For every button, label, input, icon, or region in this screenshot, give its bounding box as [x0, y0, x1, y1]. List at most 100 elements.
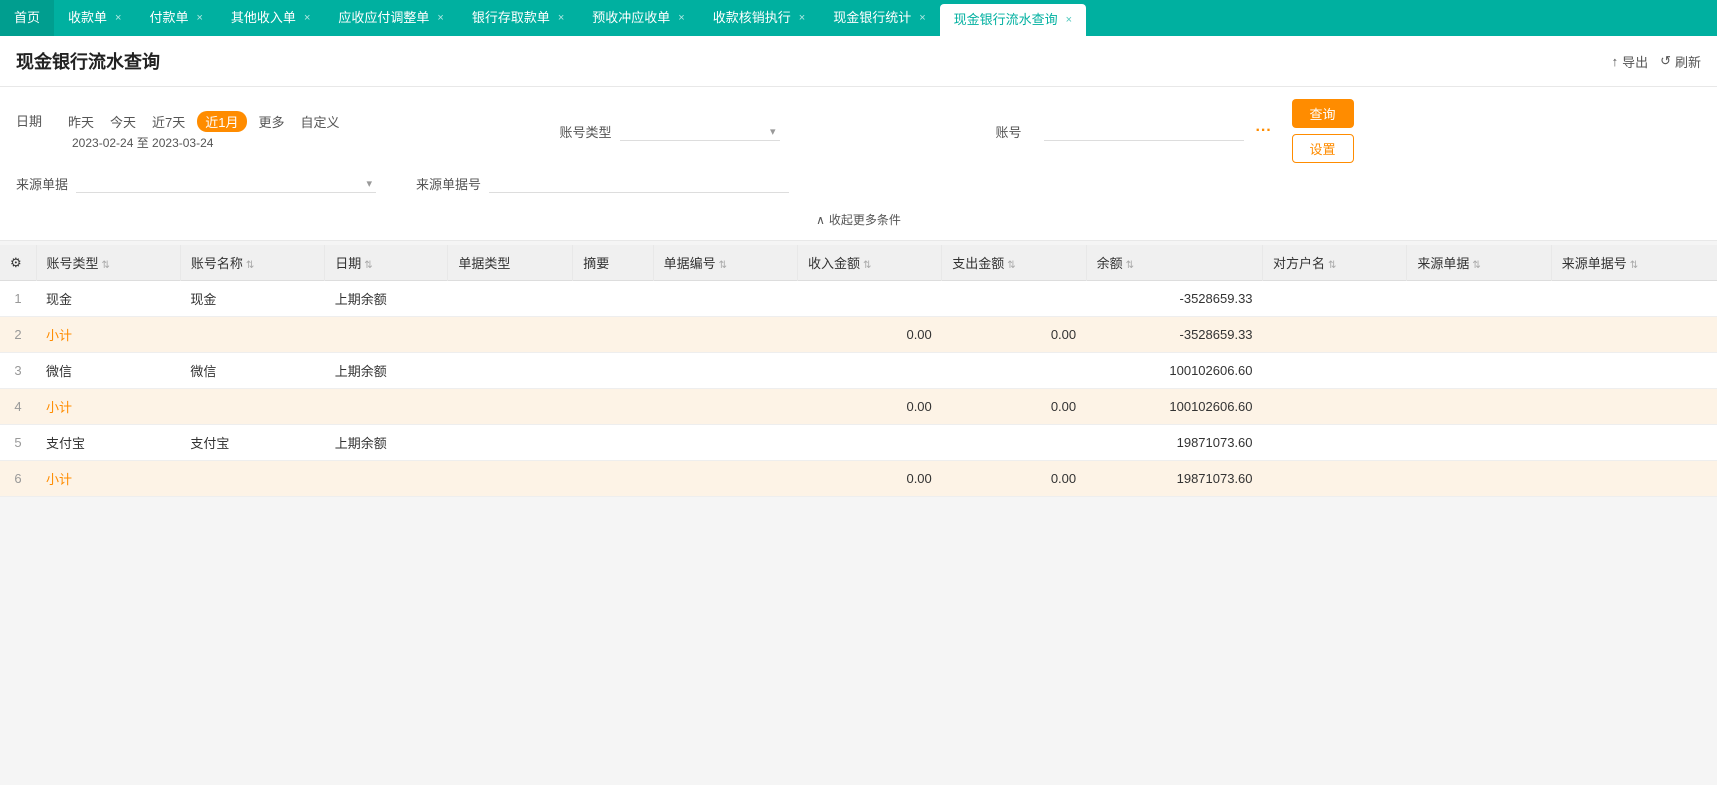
nav-advance[interactable]: 预收冲应收单 × [578, 0, 698, 36]
source-doc-label: 来源单据 [16, 174, 68, 193]
source-doc-no-filter: 来源单据号 [416, 173, 789, 193]
date-shortcuts: 昨天 今天 近7天 近1月 更多 自定义 [64, 111, 344, 132]
doc-type-cell [448, 317, 573, 353]
gear-icon: ⚙ [10, 255, 22, 270]
counterparty-cell [1263, 389, 1407, 425]
refresh-icon: ↺ [1660, 53, 1671, 69]
date-shortcut-yesterday[interactable]: 昨天 [64, 111, 98, 132]
account-name-cell [180, 317, 324, 353]
sort-icon: ⇅ [1630, 260, 1638, 271]
date-cell [325, 317, 448, 353]
counterparty-cell [1263, 281, 1407, 317]
row-number: 1 [0, 281, 36, 317]
sort-icon: ⇅ [1472, 260, 1480, 271]
close-icon[interactable]: × [304, 0, 310, 36]
date-shortcut-7days[interactable]: 近7天 [148, 111, 189, 132]
nav-bank-deposit[interactable]: 银行存取款单 × [458, 0, 578, 36]
account-name-cell: 支付宝 [180, 425, 324, 461]
account-name-cell: 现金 [180, 281, 324, 317]
doc-no-cell [653, 389, 797, 425]
close-icon[interactable]: × [437, 0, 443, 36]
summary-cell [573, 353, 653, 389]
row-number: 4 [0, 389, 36, 425]
nav-other-income[interactable]: 其他收入单 × [217, 0, 324, 36]
account-no-input[interactable] [1044, 121, 1244, 141]
th-balance[interactable]: 余额⇅ [1086, 245, 1262, 281]
summary-cell [573, 389, 653, 425]
date-cell [325, 461, 448, 497]
nav-bank-flow[interactable]: 现金银行流水查询 × [940, 4, 1086, 36]
close-icon[interactable]: × [1066, 4, 1072, 36]
th-account-type[interactable]: 账号类型⇅ [36, 245, 180, 281]
close-icon[interactable]: × [115, 0, 121, 36]
date-shortcut-1month[interactable]: 近1月 [197, 111, 246, 132]
date-shortcut-custom[interactable]: 自定义 [297, 111, 344, 132]
ellipsis-button[interactable]: ··· [1252, 122, 1276, 140]
doc-type-cell [448, 425, 573, 461]
nav-bank-stats[interactable]: 现金银行统计 × [819, 0, 939, 36]
close-icon[interactable]: × [196, 0, 202, 36]
th-expense[interactable]: 支出金额⇅ [942, 245, 1086, 281]
date-col: 昨天 今天 近7天 近1月 更多 自定义 2023-02-24 至 2023-0… [64, 111, 344, 151]
nav-receipt[interactable]: 收款单 × [54, 0, 135, 36]
th-date[interactable]: 日期⇅ [325, 245, 448, 281]
th-gear[interactable]: ⚙ [0, 245, 36, 281]
doc-type-cell [448, 281, 573, 317]
page-title: 现金银行流水查询 [16, 48, 160, 74]
th-counterparty[interactable]: 对方户名⇅ [1263, 245, 1407, 281]
date-shortcut-today[interactable]: 今天 [106, 111, 140, 132]
balance-cell: 19871073.60 [1086, 461, 1262, 497]
source-doc-select[interactable] [76, 173, 376, 193]
source-doc-cell [1407, 461, 1551, 497]
expense-cell: 0.00 [942, 317, 1086, 353]
th-source-doc[interactable]: 来源单据⇅ [1407, 245, 1551, 281]
doc-no-cell [653, 461, 797, 497]
filter-row-1: 日期 昨天 今天 近7天 近1月 更多 自定义 2023-02-24 至 202… [16, 99, 1701, 163]
query-button[interactable]: 查询 [1292, 99, 1354, 128]
close-icon[interactable]: × [558, 0, 564, 36]
th-source-doc-no[interactable]: 来源单据号⇅ [1551, 245, 1717, 281]
refresh-button[interactable]: ↺ 刷新 [1660, 52, 1701, 71]
collapse-bar[interactable]: ∧ 收起更多条件 [16, 207, 1701, 232]
source-doc-no-input[interactable] [489, 173, 789, 193]
source-doc-cell [1407, 353, 1551, 389]
th-doc-type[interactable]: 单据类型 [448, 245, 573, 281]
source-doc-cell [1407, 425, 1551, 461]
close-icon[interactable]: × [799, 0, 805, 36]
date-label: 日期 [16, 111, 56, 130]
settings-button[interactable]: 设置 [1292, 134, 1354, 163]
close-icon[interactable]: × [919, 0, 925, 36]
date-cell: 上期余额 [325, 425, 448, 461]
expense-cell: 0.00 [942, 389, 1086, 425]
row-number: 5 [0, 425, 36, 461]
close-icon[interactable]: × [678, 0, 684, 36]
date-cell: 上期余额 [325, 353, 448, 389]
balance-cell: -3528659.33 [1086, 281, 1262, 317]
nav-home[interactable]: 首页 [0, 0, 54, 36]
income-cell: 0.00 [797, 389, 941, 425]
th-account-name[interactable]: 账号名称⇅ [180, 245, 324, 281]
sort-icon: ⇅ [1126, 260, 1134, 271]
expense-cell: 0.00 [942, 461, 1086, 497]
nav-verification[interactable]: 收款核销执行 × [699, 0, 819, 36]
source-doc-no-cell [1551, 389, 1717, 425]
account-type-cell: 小计 [36, 461, 180, 497]
th-summary[interactable]: 摘要 [573, 245, 653, 281]
income-cell [797, 281, 941, 317]
balance-cell: 19871073.60 [1086, 425, 1262, 461]
date-cell [325, 389, 448, 425]
counterparty-cell [1263, 461, 1407, 497]
export-button[interactable]: ↑ 导出 [1612, 52, 1649, 71]
header-actions: ↑ 导出 ↺ 刷新 [1612, 52, 1701, 71]
account-name-cell: 微信 [180, 353, 324, 389]
income-cell [797, 353, 941, 389]
th-income[interactable]: 收入金额⇅ [797, 245, 941, 281]
nav-payment[interactable]: 付款单 × [135, 0, 216, 36]
summary-cell [573, 281, 653, 317]
account-type-select[interactable]: 现金 微信 支付宝 银行 [620, 121, 780, 141]
account-type-cell: 微信 [36, 353, 180, 389]
nav-adjustment[interactable]: 应收应付调整单 × [324, 0, 457, 36]
date-shortcut-more[interactable]: 更多 [255, 111, 289, 132]
data-table: ⚙ 账号类型⇅ 账号名称⇅ 日期⇅ 单据类型 摘要 单据编号⇅ [0, 245, 1717, 497]
th-doc-no[interactable]: 单据编号⇅ [653, 245, 797, 281]
